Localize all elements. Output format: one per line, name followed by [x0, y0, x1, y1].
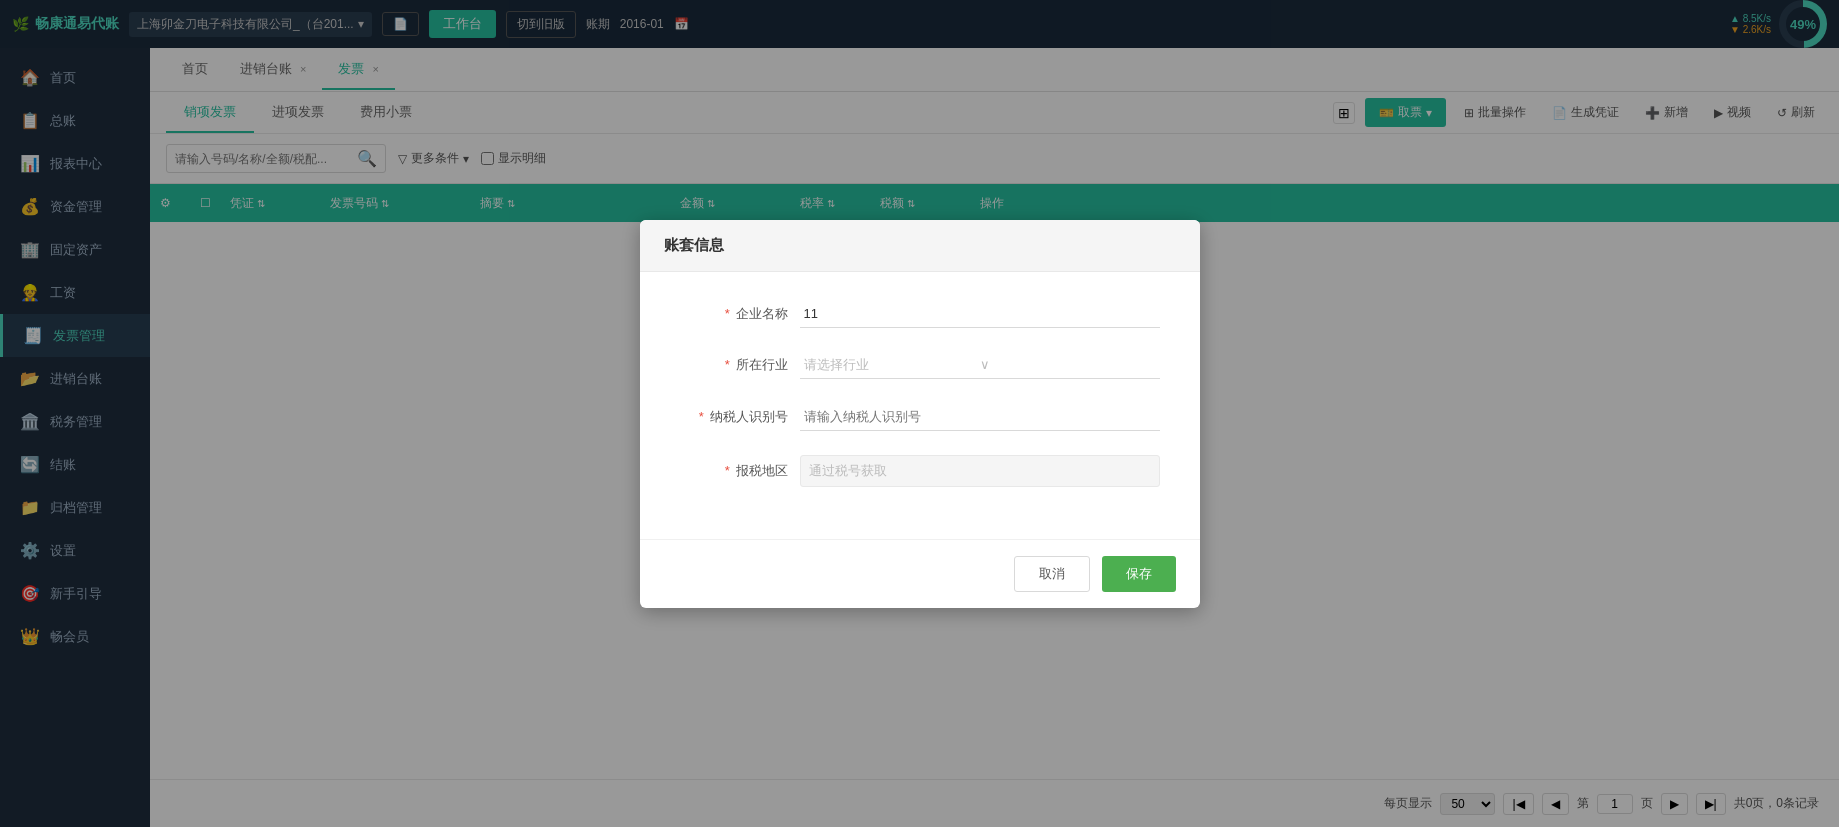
industry-select[interactable]: 请选择行业 ∨: [800, 352, 1160, 379]
form-label-tax-region: * 报税地区: [680, 462, 800, 480]
company-name-input[interactable]: [800, 300, 1160, 328]
form-label-industry: * 所在行业: [680, 356, 800, 374]
form-label-tax-id: * 纳税人识别号: [680, 408, 800, 426]
save-button[interactable]: 保存: [1102, 556, 1176, 592]
form-row-tax-id: * 纳税人识别号: [680, 403, 1160, 431]
account-info-dialog: 账套信息 * 企业名称 * 所在行业 请选择行业 ∨: [640, 220, 1200, 608]
dropdown-icon: ∨: [980, 357, 1156, 372]
dialog-footer: 取消 保存: [640, 539, 1200, 608]
cancel-button[interactable]: 取消: [1014, 556, 1090, 592]
tax-region-field: 通过税号获取: [800, 455, 1160, 487]
form-row-tax-region: * 报税地区 通过税号获取: [680, 455, 1160, 487]
modal-overlay[interactable]: 账套信息 * 企业名称 * 所在行业 请选择行业 ∨: [0, 0, 1839, 827]
tax-id-input[interactable]: [800, 403, 1160, 431]
form-label-company-name: * 企业名称: [680, 305, 800, 323]
form-row-industry: * 所在行业 请选择行业 ∨: [680, 352, 1160, 379]
form-row-company-name: * 企业名称: [680, 300, 1160, 328]
dialog-header: 账套信息: [640, 220, 1200, 272]
dialog-body: * 企业名称 * 所在行业 请选择行业 ∨ *: [640, 272, 1200, 539]
dialog-title: 账套信息: [664, 236, 724, 253]
